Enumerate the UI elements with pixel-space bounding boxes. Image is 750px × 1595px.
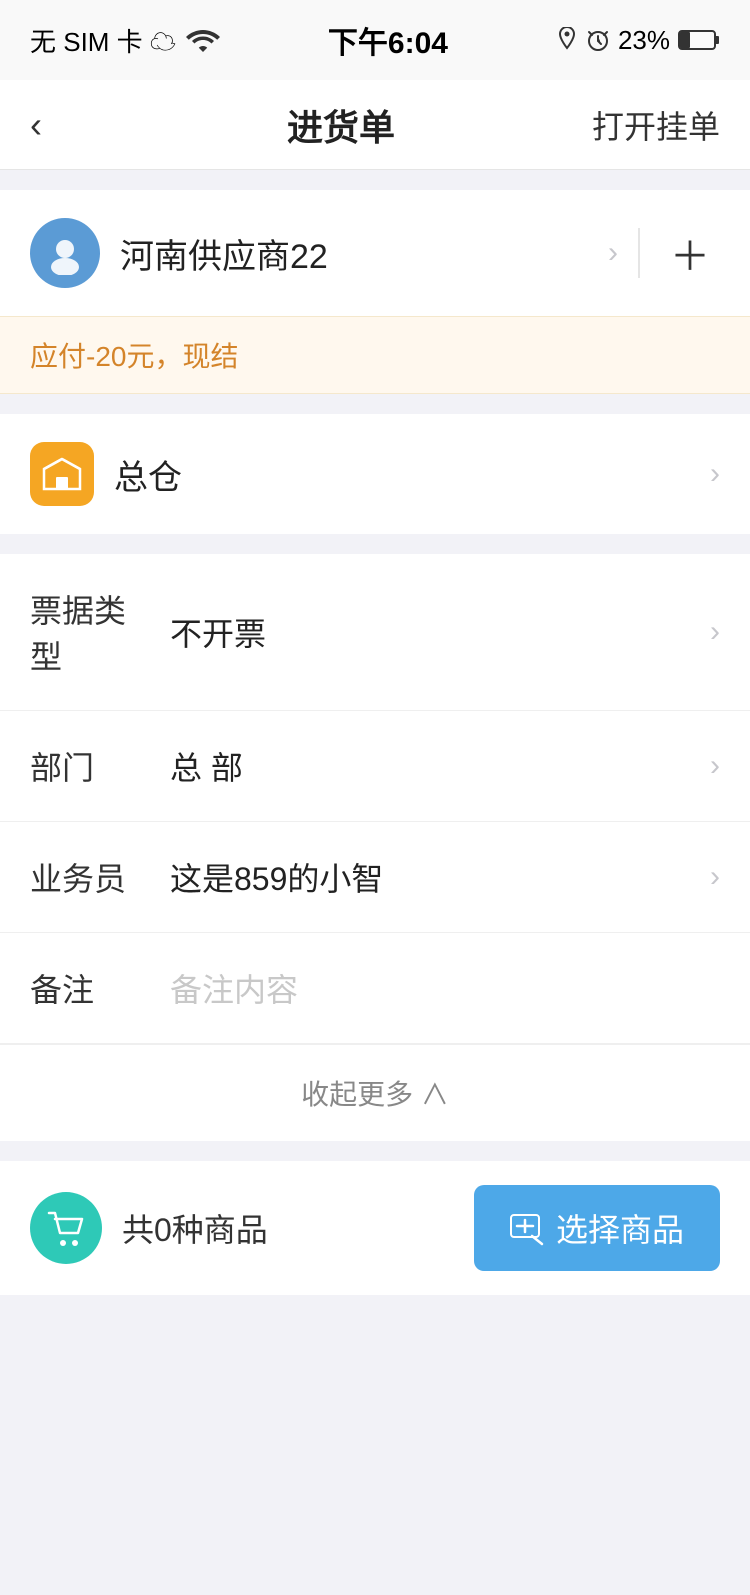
supplier-name: 河南供应商22 bbox=[120, 229, 608, 278]
warehouse-chevron-icon: › bbox=[710, 457, 720, 491]
supplier-row[interactable]: 河南供应商22 › ＋ bbox=[0, 190, 750, 316]
department-label: 部门 bbox=[30, 743, 150, 789]
warehouse-name: 总仓 bbox=[114, 450, 710, 499]
department-chevron-icon: › bbox=[710, 749, 720, 783]
no-sim-label: 无 SIM 卡 ☁ bbox=[30, 22, 176, 59]
collapse-button[interactable]: 收起更多 ∧ bbox=[0, 1044, 750, 1141]
vertical-divider bbox=[638, 228, 640, 278]
select-product-icon bbox=[510, 1209, 546, 1248]
status-bar: 无 SIM 卡 ☁ 下午6:04 23% bbox=[0, 0, 750, 80]
supplier-chevron-icon: › bbox=[608, 236, 618, 270]
status-time: 下午6:04 bbox=[328, 18, 448, 62]
salesperson-label: 业务员 bbox=[30, 854, 150, 900]
salesperson-chevron-icon: › bbox=[710, 860, 720, 894]
product-count: 共0种商品 bbox=[122, 1205, 474, 1251]
remark-label: 备注 bbox=[30, 965, 150, 1011]
select-product-button[interactable]: 选择商品 bbox=[474, 1185, 720, 1271]
department-value: 总 部 bbox=[150, 743, 710, 789]
invoice-type-label: 票据类型 bbox=[30, 586, 150, 678]
alarm-icon bbox=[586, 27, 610, 53]
page-title: 进货单 bbox=[287, 99, 395, 151]
form-section: 票据类型 不开票 › 部门 总 部 › 业务员 这是859的小智 › 备注 备注… bbox=[0, 554, 750, 1141]
section-gap-3 bbox=[0, 534, 750, 554]
warehouse-icon bbox=[30, 442, 94, 506]
invoice-type-row[interactable]: 票据类型 不开票 › bbox=[0, 554, 750, 711]
salesperson-row[interactable]: 业务员 这是859的小智 › bbox=[0, 822, 750, 933]
open-pending-button[interactable]: 打开挂单 bbox=[592, 102, 720, 148]
section-gap-2 bbox=[0, 394, 750, 414]
section-gap-4 bbox=[0, 1141, 750, 1161]
remark-placeholder[interactable]: 备注内容 bbox=[150, 965, 720, 1011]
remark-row[interactable]: 备注 备注内容 bbox=[0, 933, 750, 1044]
section-gap-1 bbox=[0, 170, 750, 190]
department-row[interactable]: 部门 总 部 › bbox=[0, 711, 750, 822]
supplier-avatar bbox=[30, 218, 100, 288]
gray-background bbox=[0, 1295, 750, 1595]
status-right: 23% bbox=[556, 25, 720, 56]
supplier-section: 河南供应商22 › ＋ 应付-20元，现结 bbox=[0, 190, 750, 394]
warehouse-section[interactable]: 总仓 › bbox=[0, 414, 750, 534]
select-product-label: 选择商品 bbox=[556, 1205, 684, 1251]
nav-bar: ‹ 进货单 打开挂单 bbox=[0, 80, 750, 170]
status-left: 无 SIM 卡 ☁ bbox=[30, 22, 220, 59]
invoice-chevron-icon: › bbox=[710, 615, 720, 649]
product-icon-wrap bbox=[30, 1192, 102, 1264]
salesperson-value: 这是859的小智 bbox=[150, 854, 710, 900]
cart-icon bbox=[45, 1209, 87, 1247]
bottom-bar: 共0种商品 选择商品 bbox=[0, 1161, 750, 1295]
warehouse-row[interactable]: 总仓 › bbox=[0, 414, 750, 534]
battery-label: 23% bbox=[618, 25, 670, 56]
notice-bar: 应付-20元，现结 bbox=[0, 316, 750, 394]
back-button[interactable]: ‹ bbox=[30, 104, 90, 146]
battery-icon bbox=[678, 29, 720, 51]
collapse-label: 收起更多 ∧ bbox=[301, 1073, 449, 1113]
wifi-icon bbox=[186, 28, 220, 52]
invoice-type-value: 不开票 bbox=[150, 609, 710, 655]
location-icon bbox=[556, 27, 578, 53]
add-supplier-button[interactable]: ＋ bbox=[660, 224, 720, 282]
